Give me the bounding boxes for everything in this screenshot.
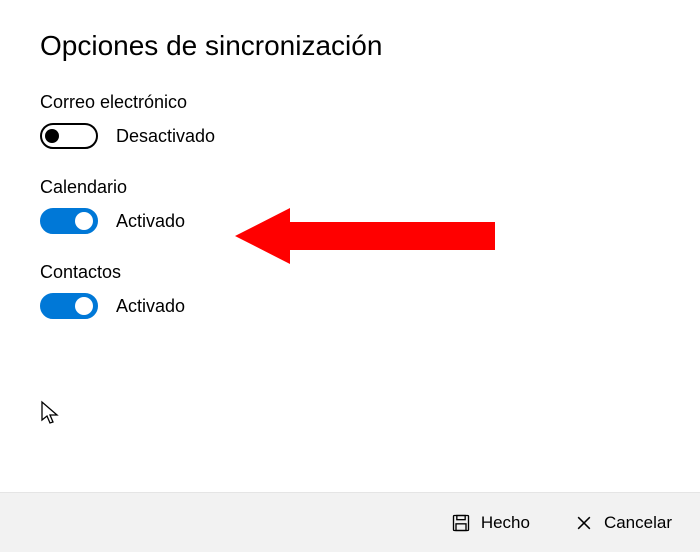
- toggle-knob: [75, 212, 93, 230]
- cancel-button[interactable]: Cancelar: [566, 507, 680, 539]
- calendar-label: Calendario: [40, 177, 660, 198]
- section-calendar: Calendario Activado: [40, 177, 660, 234]
- done-label: Hecho: [481, 513, 530, 533]
- cancel-label: Cancelar: [604, 513, 672, 533]
- cursor-icon: [40, 400, 60, 426]
- bottom-bar: Hecho Cancelar: [0, 492, 700, 552]
- contacts-label: Contactos: [40, 262, 660, 283]
- toggle-knob: [45, 129, 59, 143]
- section-contacts: Contactos Activado: [40, 262, 660, 319]
- save-icon: [451, 513, 471, 533]
- done-button[interactable]: Hecho: [443, 507, 538, 539]
- toggle-knob: [75, 297, 93, 315]
- contacts-state: Activado: [116, 296, 185, 317]
- calendar-state: Activado: [116, 211, 185, 232]
- close-icon: [574, 513, 594, 533]
- email-toggle[interactable]: [40, 123, 98, 149]
- calendar-toggle[interactable]: [40, 208, 98, 234]
- page-title: Opciones de sincronización: [40, 30, 660, 62]
- email-state: Desactivado: [116, 126, 215, 147]
- contacts-toggle[interactable]: [40, 293, 98, 319]
- section-email: Correo electrónico Desactivado: [40, 92, 660, 149]
- email-label: Correo electrónico: [40, 92, 660, 113]
